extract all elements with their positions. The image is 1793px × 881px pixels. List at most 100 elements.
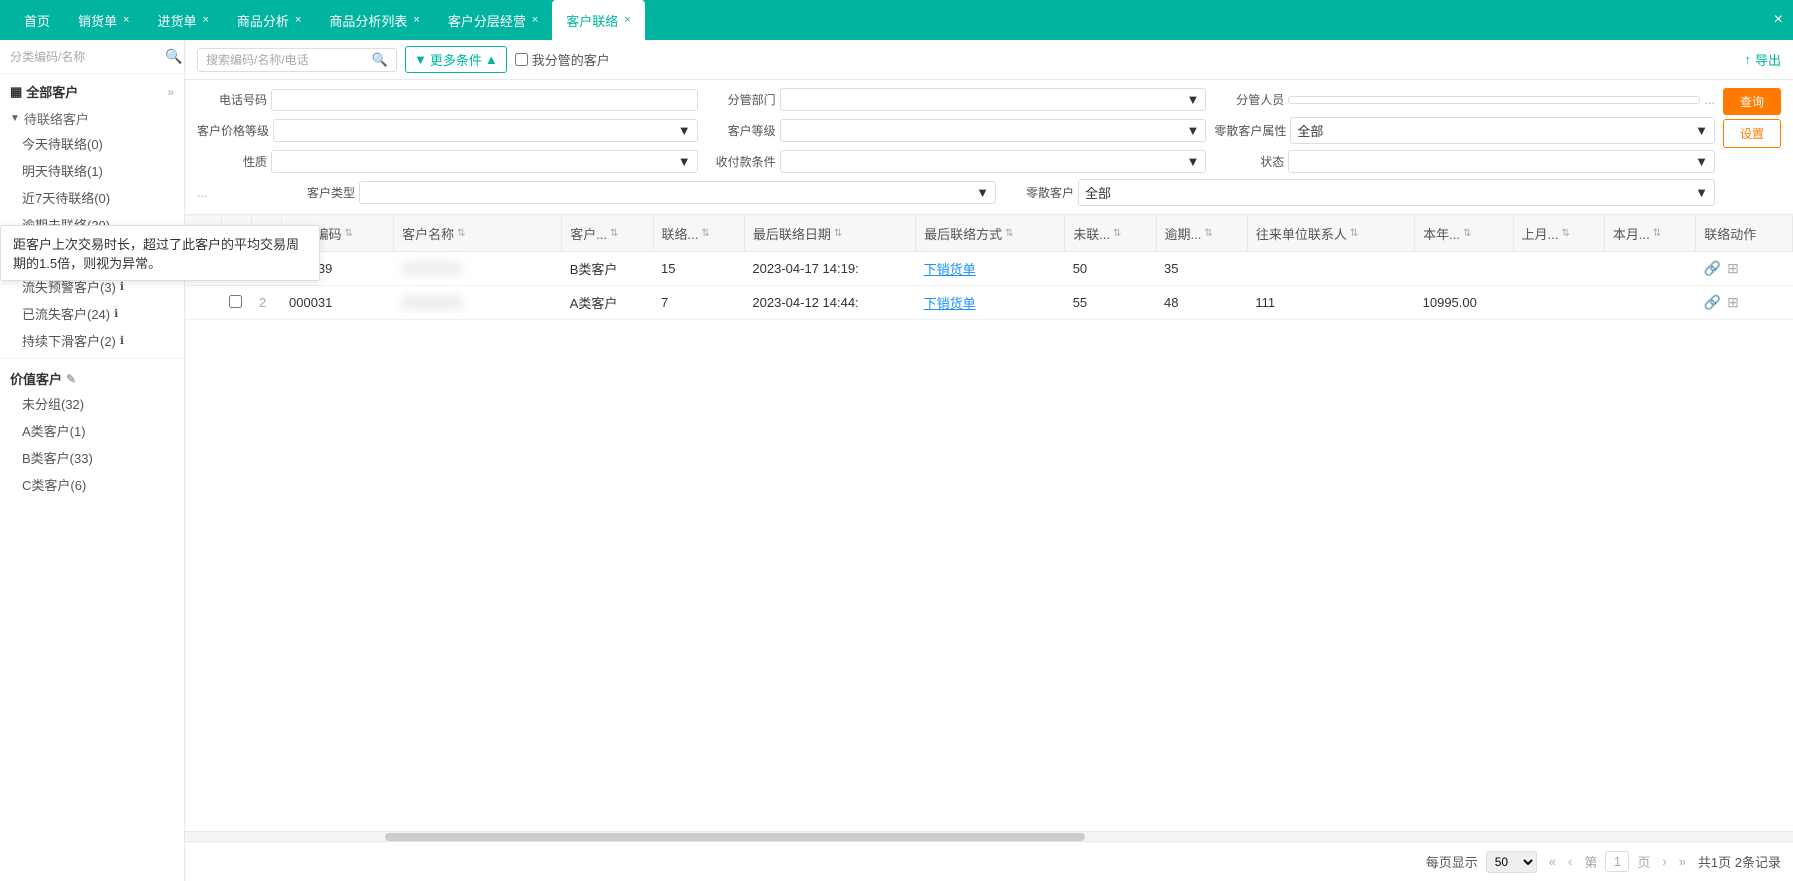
- row2-last-method: 下销货单: [916, 286, 1065, 320]
- nav-close-purchase-order[interactable]: ×: [202, 14, 208, 26]
- filter-row-3: 性质 ▼ 收付款条件 ▼: [197, 150, 1715, 173]
- gender-select[interactable]: ▼: [271, 150, 698, 173]
- cust-type-select[interactable]: ▼: [359, 181, 996, 204]
- status-select[interactable]: ▼: [1288, 150, 1715, 173]
- th-unit-contact[interactable]: 往来单位联系人 ⇅: [1247, 216, 1414, 252]
- total-label: 共1页 2条记录: [1698, 852, 1781, 871]
- page-label: 第: [1580, 850, 1601, 873]
- filter-rows: 电话号码 分管部门 ▼ 分管人员: [185, 80, 1793, 215]
- filter-row-2: 客户价格等级 ▼ 客户等级 ▼: [197, 117, 1715, 144]
- retail-cust-label: 零散客户: [1004, 184, 1074, 201]
- nav-product-analysis[interactable]: 商品分析 ×: [223, 0, 315, 40]
- th-contact[interactable]: 联络... ⇅: [653, 216, 744, 252]
- th-last-contact-method[interactable]: 最后联络方式 ⇅: [916, 216, 1065, 252]
- content-area: 🔍 ▼ 更多条件 ▲ 我分管的客户 ↑ 导出: [185, 40, 1793, 881]
- sidebar-item-ungroup[interactable]: 未分组(32): [0, 390, 184, 417]
- filter-search-box: 🔍: [197, 48, 397, 72]
- row2-link-icon[interactable]: 🔗: [1704, 294, 1721, 311]
- row2-method-link[interactable]: 下销货单: [924, 296, 976, 311]
- sidebar-search-input[interactable]: [10, 50, 165, 64]
- sidebar-item-c-class[interactable]: C类客户(6): [0, 471, 184, 498]
- sidebar-item-declining[interactable]: 持续下滑客户(2) ℹ: [0, 327, 184, 354]
- sidebar-item-b-class[interactable]: B类客户(33): [0, 444, 184, 471]
- sidebar-item-tomorrow[interactable]: 明天待联络(1): [0, 157, 184, 184]
- current-page-input[interactable]: 1: [1605, 851, 1629, 872]
- payment-select[interactable]: ▼: [780, 150, 1207, 173]
- manager-dots[interactable]: ...: [1704, 92, 1715, 107]
- extra-dots[interactable]: ...: [197, 185, 208, 200]
- retail-cust-select[interactable]: 全部 ▼: [1078, 179, 1715, 206]
- row2-overdue: 48: [1156, 286, 1247, 320]
- my-customers-checkbox-label[interactable]: 我分管的客户: [515, 50, 610, 69]
- th-uncontacted[interactable]: 未联... ⇅: [1065, 216, 1156, 252]
- sort-icon-name: ⇅: [457, 228, 465, 239]
- sidebar-item-7days[interactable]: 近7天待联络(0): [0, 184, 184, 211]
- retail-attr-select[interactable]: 全部 ▼: [1290, 117, 1715, 144]
- sidebar-group-pending[interactable]: ▼ 待联络客户: [0, 105, 184, 130]
- nav-home[interactable]: 首页: [10, 0, 64, 40]
- nav-close-customer-segmentation[interactable]: ×: [532, 14, 538, 26]
- cust-grade-select[interactable]: ▼: [780, 119, 1207, 142]
- th-type[interactable]: 客户... ⇅: [562, 216, 653, 252]
- th-this-month[interactable]: 本月... ⇅: [1604, 216, 1695, 252]
- edit-icon[interactable]: ✎: [66, 372, 76, 386]
- pending-arrow-icon: ▼: [10, 113, 20, 124]
- my-customers-checkbox[interactable]: [515, 53, 528, 66]
- row1-link-icon[interactable]: 🔗: [1704, 260, 1721, 277]
- nav-close-customer-contact[interactable]: ×: [624, 14, 630, 26]
- nav-close-sales-order[interactable]: ×: [123, 14, 129, 26]
- manager-select[interactable]: [1288, 96, 1700, 104]
- nav-customer-segmentation[interactable]: 客户分层经营 ×: [434, 0, 552, 40]
- filter-phone-cell: 电话号码: [197, 89, 698, 111]
- next-page-button[interactable]: ›: [1658, 852, 1670, 871]
- row1-method-link[interactable]: 下销货单: [924, 262, 976, 277]
- set-button[interactable]: 设置: [1723, 119, 1781, 148]
- manager-label: 分管人员: [1214, 91, 1284, 108]
- nav-customer-contact[interactable]: 客户联络 ×: [552, 0, 644, 40]
- nav-product-analysis-list[interactable]: 商品分析列表 ×: [315, 0, 433, 40]
- filter-search-icon[interactable]: 🔍: [372, 52, 388, 68]
- filter-payment-cell: 收付款条件 ▼: [706, 150, 1207, 173]
- nav-close-product-analysis[interactable]: ×: [295, 14, 301, 26]
- price-grade-select[interactable]: ▼: [273, 119, 698, 142]
- sidebar-item-today[interactable]: 今天待联络(0): [0, 130, 184, 157]
- row2-contact: 7: [653, 286, 744, 320]
- scroll-thumb[interactable]: [385, 833, 1085, 841]
- customer-table: ⚙ 客户编码 ⇅: [185, 216, 1793, 320]
- row1-contact: 15: [653, 252, 744, 286]
- export-button[interactable]: ↑ 导出: [1744, 50, 1781, 69]
- prev-page-button[interactable]: ‹: [1564, 852, 1576, 871]
- th-this-year[interactable]: 本年... ⇅: [1415, 216, 1513, 252]
- row2-grid-icon[interactable]: ⊞: [1727, 294, 1739, 311]
- query-button[interactable]: 查询: [1723, 88, 1781, 115]
- last-page-button[interactable]: »: [1675, 852, 1690, 871]
- filter-search-input[interactable]: [206, 53, 372, 67]
- th-name[interactable]: 客户名称 ⇅: [394, 216, 562, 252]
- filter-more-button[interactable]: ▼ 更多条件 ▲: [405, 46, 507, 73]
- page-end-label: 页: [1633, 850, 1654, 873]
- nav-purchase-order[interactable]: 进货单 ×: [143, 0, 222, 40]
- th-last-month[interactable]: 上月... ⇅: [1513, 216, 1604, 252]
- row2-checkbox[interactable]: [229, 295, 242, 308]
- nav-close-product-analysis-list[interactable]: ×: [413, 14, 419, 26]
- dept-select[interactable]: ▼: [780, 88, 1207, 111]
- table-area: ⚙ 客户编码 ⇅: [185, 216, 1793, 831]
- info-icon4: ℹ: [120, 334, 124, 347]
- horizontal-scrollbar[interactable]: [185, 831, 1793, 841]
- nav-close-all-button[interactable]: ×: [1774, 11, 1783, 29]
- sidebar-item-lost[interactable]: 已流失客户(24) ℹ: [0, 300, 184, 327]
- first-page-button[interactable]: «: [1545, 852, 1560, 871]
- nav-sales-order[interactable]: 销货单 ×: [64, 0, 143, 40]
- th-overdue[interactable]: 逾期... ⇅: [1156, 216, 1247, 252]
- phone-input[interactable]: [271, 89, 698, 111]
- row1-last-date: 2023-04-17 14:19:: [744, 252, 915, 286]
- row1-grid-icon[interactable]: ⊞: [1727, 260, 1739, 277]
- sidebar-all-customers-title[interactable]: ▦ 全部客户: [10, 82, 78, 101]
- th-last-contact-date[interactable]: 最后联络日期 ⇅: [744, 216, 915, 252]
- per-page-select[interactable]: 50 100 200: [1486, 851, 1537, 873]
- price-grade-label: 客户价格等级: [197, 122, 269, 139]
- sidebar-item-a-class[interactable]: A类客户(1): [0, 417, 184, 444]
- sidebar-collapse-button[interactable]: »: [167, 85, 174, 99]
- row1-overdue: 35: [1156, 252, 1247, 286]
- sidebar-search-icon[interactable]: 🔍: [165, 48, 182, 65]
